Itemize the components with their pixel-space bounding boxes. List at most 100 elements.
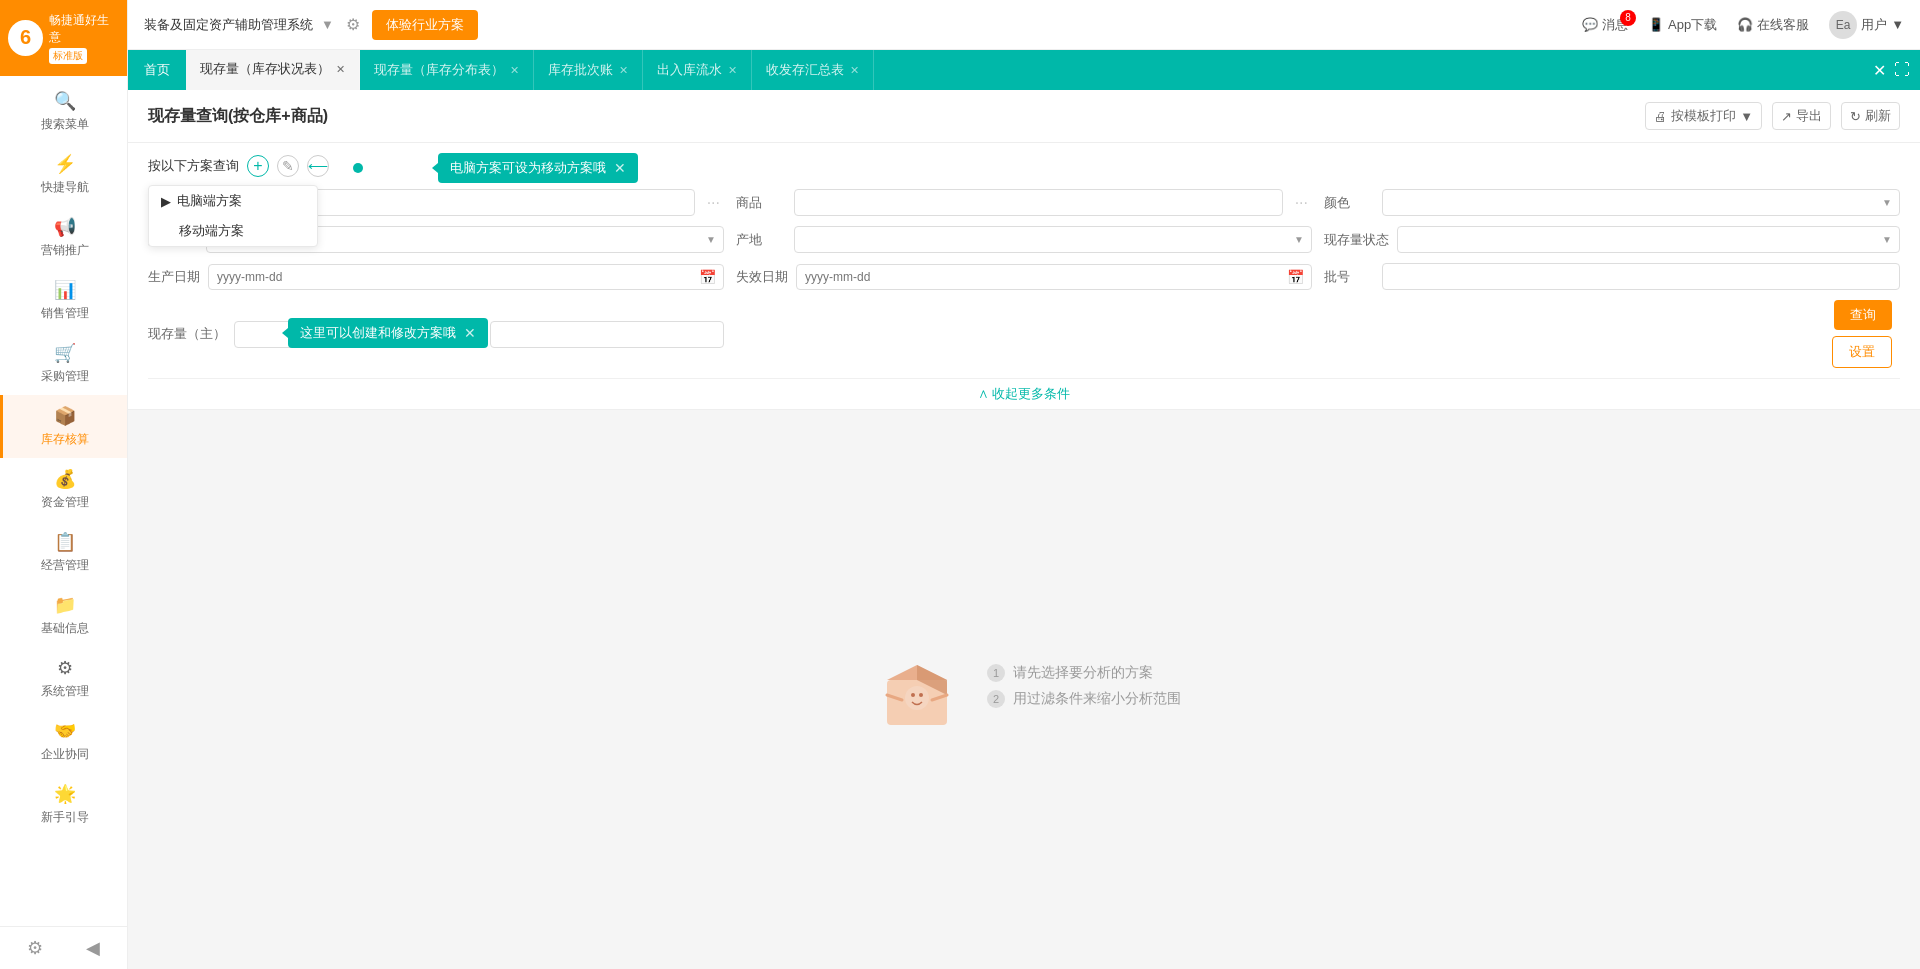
scheme-tooltip-close[interactable]: ✕ [614, 160, 626, 176]
tab-close-inventory-status[interactable]: ✕ [336, 63, 345, 76]
tab-close-in-out-flow[interactable]: ✕ [728, 64, 737, 77]
empty-state: 1 请先选择要分析的方案 2 用过滤条件来缩小分析范围 [128, 410, 1920, 969]
sidebar-nav: 🔍 搜索菜单 ⚡ 快捷导航 📢 营销推广 📊 销售管理 🛒 采购管理 📦 库存核… [0, 76, 127, 926]
product-dots[interactable]: ··· [1291, 194, 1312, 212]
sidebar-item-search[interactable]: 🔍 搜索菜单 [0, 80, 127, 143]
tab-inventory-dist[interactable]: 现存量（库存分布表） ✕ [360, 50, 534, 90]
print-icon: 🖨 [1654, 109, 1667, 124]
scheme-tooltip: 电脑方案可设为移动方案哦 ✕ [438, 153, 638, 183]
expire-date-calendar-icon[interactable]: 📅 [1287, 269, 1304, 285]
tab-close-batch-ledger[interactable]: ✕ [619, 64, 628, 77]
print-btn[interactable]: 🖨 按模板打印 ▼ [1645, 102, 1762, 130]
topbar-system: 装备及固定资产辅助管理系统 ▼ ⚙ [144, 15, 360, 34]
sidebar-item-label: 新手引导 [41, 809, 89, 826]
sidebar-item-inventory[interactable]: 📦 库存核算 [0, 395, 127, 458]
quick-nav-icon: ⚡ [54, 153, 76, 175]
page-header: 现存量查询(按仓库+商品) 🖨 按模板打印 ▼ ↗ 导出 ↻ 刷新 [128, 90, 1920, 143]
sidebar-item-marketing[interactable]: 📢 营销推广 [0, 206, 127, 269]
sidebar-item-enterprise[interactable]: 🤝 企业协同 [0, 710, 127, 773]
user-btn[interactable]: Ea 用户 ▼ [1829, 11, 1904, 39]
sidebar-item-system[interactable]: ⚙ 系统管理 [0, 647, 127, 710]
sidebar-item-purchase[interactable]: 🛒 采购管理 [0, 332, 127, 395]
filter-field-produce-date: 生产日期 📅 [148, 263, 724, 290]
filter-edit-btn[interactable]: ✎ [277, 155, 299, 177]
sidebar-item-label: 资金管理 [41, 494, 89, 511]
print-dropdown-icon: ▼ [1740, 109, 1753, 124]
expire-date-label: 失效日期 [736, 268, 788, 286]
message-badge: 8 [1620, 10, 1636, 26]
collapse-up-icon: ∧ [978, 386, 989, 401]
refresh-btn[interactable]: ↻ 刷新 [1841, 102, 1900, 130]
expire-date-wrap: 📅 [796, 264, 1312, 290]
filter-add-btn[interactable]: + [247, 155, 269, 177]
empty-tip-2: 2 用过滤条件来缩小分析范围 [987, 690, 1181, 708]
online-service-btn[interactable]: 🎧 在线客服 [1737, 16, 1809, 34]
app-download-btn[interactable]: 📱 App下载 [1648, 16, 1717, 34]
sidebar-item-quick-nav[interactable]: ⚡ 快捷导航 [0, 143, 127, 206]
export-btn[interactable]: ↗ 导出 [1772, 102, 1831, 130]
sidebar-item-finance[interactable]: 💰 资金管理 [0, 458, 127, 521]
user-avatar: Ea [1829, 11, 1857, 39]
system-name: 装备及固定资产辅助管理系统 [144, 16, 313, 34]
tab-close-all-icon[interactable]: ✕ [1873, 61, 1886, 80]
stock-status-select-wrap: ▼ [1397, 226, 1900, 253]
search-btn[interactable]: 查询 [1834, 300, 1892, 330]
sidebar-item-label: 企业协同 [41, 746, 89, 763]
sidebar-item-label: 基础信息 [41, 620, 89, 637]
origin-select[interactable] [794, 226, 1312, 253]
sidebar-item-sales[interactable]: 📊 销售管理 [0, 269, 127, 332]
svg-point-3 [905, 686, 929, 710]
product-label: 商品 [736, 194, 786, 212]
solution-btn[interactable]: 体验行业方案 [372, 10, 478, 40]
batch-input[interactable] [1382, 263, 1900, 290]
produce-date-calendar-icon[interactable]: 📅 [699, 269, 716, 285]
tab-home[interactable]: 首页 [128, 50, 186, 90]
tab-inventory-status[interactable]: 现存量（库存状况表） ✕ [186, 50, 360, 90]
tab-recv-send[interactable]: 收发存汇总表 ✕ [752, 50, 874, 90]
stock-status-select[interactable] [1397, 226, 1900, 253]
sidebar-item-label: 营销推广 [41, 242, 89, 259]
settings-btn[interactable]: 设置 [1832, 336, 1892, 368]
sidebar-item-guide[interactable]: 🌟 新手引导 [0, 773, 127, 836]
stock-main-to[interactable] [490, 321, 725, 348]
sidebar-item-label: 快捷导航 [41, 179, 89, 196]
sidebar-item-basic[interactable]: 📁 基础信息 [0, 584, 127, 647]
filter-field-color: 颜色 ▼ [1324, 189, 1900, 216]
scheme-tree-mobile[interactable]: 移动端方案 [149, 216, 317, 246]
expire-date-input[interactable] [796, 264, 1312, 290]
filter-row-2: 尺码 ▼ 产地 ▼ [148, 226, 1900, 253]
settings-bottom-icon[interactable]: ⚙ [27, 937, 43, 959]
mobile-icon: 📱 [1648, 17, 1664, 32]
sidebar-item-operation[interactable]: 📋 经营管理 [0, 521, 127, 584]
topbar-gear-icon[interactable]: ⚙ [346, 15, 360, 34]
page-title: 现存量查询(按仓库+商品) [148, 106, 328, 127]
tab-fullscreen-icon[interactable]: ⛶ [1894, 61, 1910, 79]
tab-in-out-flow[interactable]: 出入库流水 ✕ [643, 50, 752, 90]
origin-label: 产地 [736, 231, 786, 249]
step-2-badge: 2 [987, 690, 1005, 708]
system-dropdown-icon[interactable]: ▼ [321, 17, 334, 32]
tab-close-recv-send[interactable]: ✕ [850, 64, 859, 77]
produce-date-input[interactable] [208, 264, 724, 290]
color-select[interactable] [1382, 189, 1900, 216]
collapse-sidebar-icon[interactable]: ◀ [86, 937, 100, 959]
product-input[interactable] [794, 189, 1283, 216]
tab-batch-ledger[interactable]: 库存批次账 ✕ [534, 50, 643, 90]
edit-tooltip-close[interactable]: ✕ [464, 325, 476, 341]
product-input-wrap [794, 189, 1283, 216]
basic-icon: 📁 [54, 594, 76, 616]
filter-field-product: 商品 ··· [736, 189, 1312, 216]
warehouse-dots[interactable]: ··· [703, 194, 724, 212]
filter-row-1: 按照仓 ··· 商品 ··· [148, 189, 1900, 216]
system-icon: ⚙ [57, 657, 73, 679]
collapse-bar[interactable]: ∧ 收起更多条件 [148, 378, 1900, 409]
tabbar: 首页 现存量（库存状况表） ✕ 现存量（库存分布表） ✕ 库存批次账 ✕ 出入库… [128, 50, 1920, 90]
tab-close-inventory-dist[interactable]: ✕ [510, 64, 519, 77]
scheme-tree-pc[interactable]: ▶ 电脑端方案 [149, 186, 317, 216]
produce-date-label: 生产日期 [148, 268, 200, 286]
message-btn[interactable]: 💬 消息 8 [1582, 16, 1628, 34]
arrow-right-icon: ▶ [161, 194, 171, 209]
filter-arrow-btn[interactable]: ⟵ [307, 155, 329, 177]
filter-field-expire-date: 失效日期 📅 [736, 263, 1312, 290]
empty-tips: 1 请先选择要分析的方案 2 用过滤条件来缩小分析范围 [987, 664, 1181, 716]
